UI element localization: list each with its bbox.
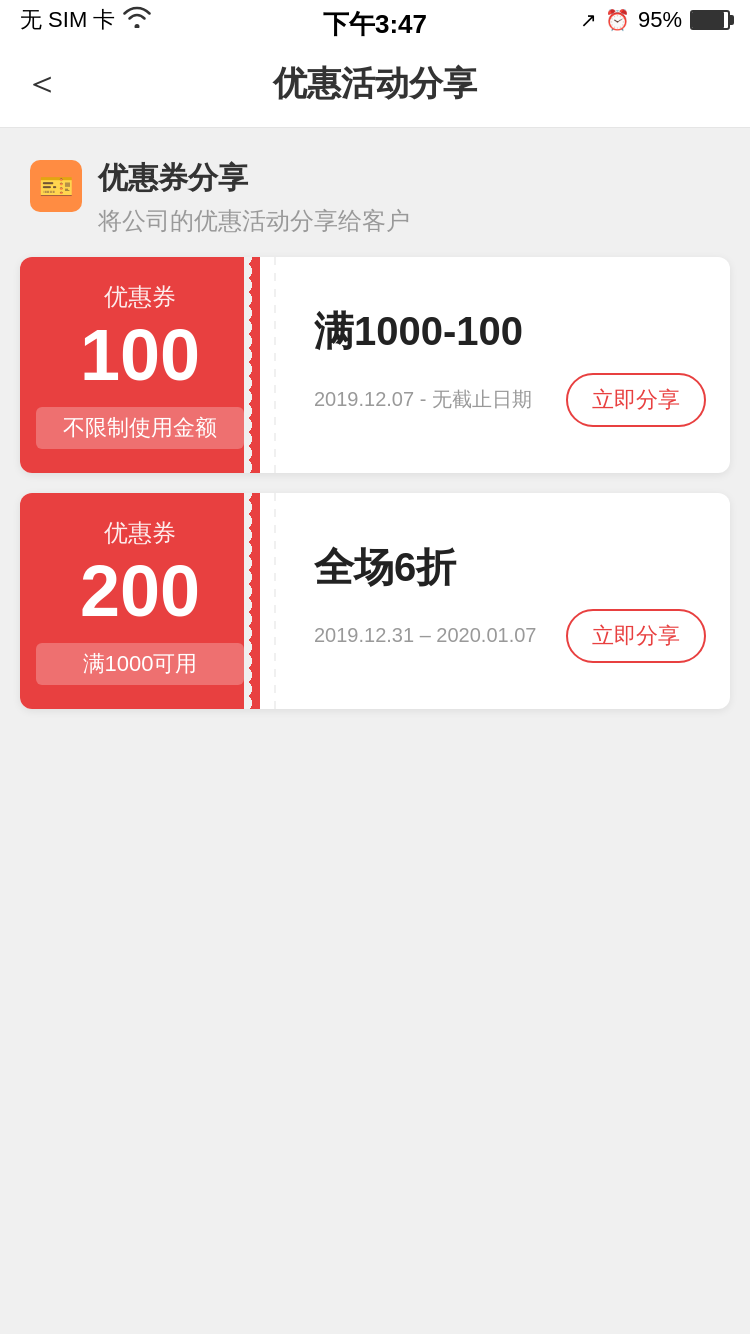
battery-icon	[690, 10, 730, 30]
coupon-condition-2: 满1000可用	[36, 643, 244, 685]
coupon-right-2: 全场6折 2019.12.31 – 2020.01.07 立即分享	[290, 493, 730, 709]
wifi-icon	[123, 6, 151, 34]
nav-bar: ＜ 优惠活动分享	[0, 40, 750, 128]
back-button[interactable]: ＜	[24, 59, 60, 108]
page-title: 优惠活动分享	[273, 61, 477, 107]
status-left: 无 SIM 卡	[20, 5, 151, 35]
empty-area	[0, 739, 750, 1239]
coupon-left-1: 优惠券 100 不限制使用金额	[20, 257, 260, 473]
status-time: 下午3:47	[323, 7, 427, 42]
coupon-meta-1: 2019.12.07 - 无截止日期 立即分享	[314, 373, 706, 427]
section-title: 优惠券分享	[98, 158, 410, 199]
coupon-card-2: 优惠券 200 满1000可用 全场6折 2019.12.31 – 2020.0…	[20, 493, 730, 709]
coupon-condition-1: 不限制使用金额	[36, 407, 244, 449]
share-button-2[interactable]: 立即分享	[566, 609, 706, 663]
coupon-right-1: 满1000-100 2019.12.07 - 无截止日期 立即分享	[290, 257, 730, 473]
location-icon: ↗	[580, 8, 597, 32]
coupon-date-1: 2019.12.07 - 无截止日期	[314, 386, 532, 413]
section-header: 🎫 优惠券分享 将公司的优惠活动分享给客户	[0, 128, 750, 257]
coupon-date-2: 2019.12.31 – 2020.01.07	[314, 624, 536, 647]
coupon-amount-2: 200	[80, 555, 200, 627]
section-subtitle: 将公司的优惠活动分享给客户	[98, 205, 410, 237]
coupon-label-2: 优惠券	[104, 517, 176, 549]
coupon-share-icon: 🎫	[30, 160, 82, 212]
coupon-list: 优惠券 100 不限制使用金额 满1000-100 2019.12.07 - 无…	[0, 257, 750, 739]
section-text: 优惠券分享 将公司的优惠活动分享给客户	[98, 158, 410, 237]
coupon-card-1: 优惠券 100 不限制使用金额 满1000-100 2019.12.07 - 无…	[20, 257, 730, 473]
status-right: ↗ ⏰ 95%	[580, 7, 730, 33]
coupon-label-1: 优惠券	[104, 281, 176, 313]
alarm-icon: ⏰	[605, 8, 630, 32]
coupon-meta-2: 2019.12.31 – 2020.01.07 立即分享	[314, 609, 706, 663]
status-bar: 无 SIM 卡 下午3:47 ↗ ⏰ 95%	[0, 0, 750, 40]
carrier-text: 无 SIM 卡	[20, 5, 115, 35]
coupon-name-2: 全场6折	[314, 540, 706, 595]
coupon-left-2: 优惠券 200 满1000可用	[20, 493, 260, 709]
coupon-amount-1: 100	[80, 319, 200, 391]
coupon-name-1: 满1000-100	[314, 304, 706, 359]
share-button-1[interactable]: 立即分享	[566, 373, 706, 427]
battery-percent: 95%	[638, 7, 682, 33]
